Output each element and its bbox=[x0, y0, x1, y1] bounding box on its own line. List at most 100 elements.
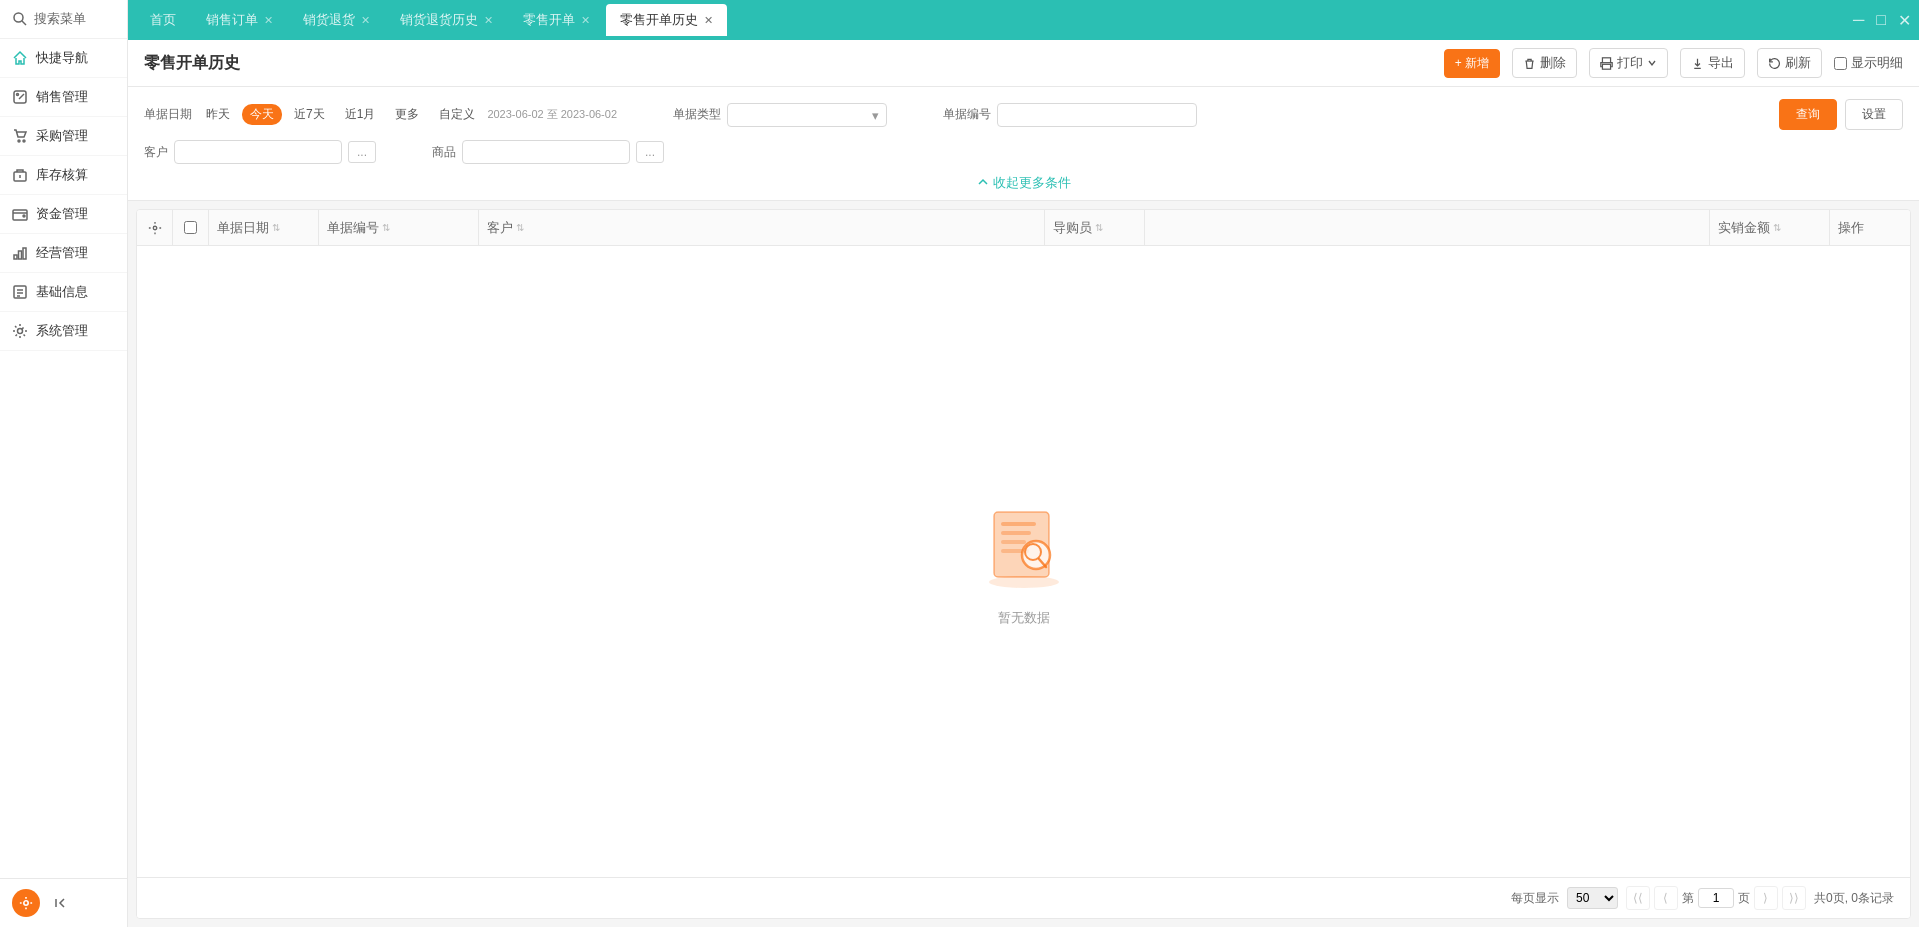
delete-button[interactable]: 删除 bbox=[1512, 48, 1577, 78]
print-button[interactable]: 打印 bbox=[1589, 48, 1668, 78]
tab-retail-open-close[interactable]: ✕ bbox=[581, 14, 590, 27]
client-input[interactable] bbox=[174, 140, 342, 164]
tab-sales-return-history[interactable]: 销货退货历史 ✕ bbox=[386, 4, 507, 36]
product-ellipsis-button[interactable]: ... bbox=[636, 141, 664, 163]
maximize-button[interactable]: □ bbox=[1876, 11, 1886, 29]
number-input[interactable] bbox=[997, 103, 1197, 127]
select-all-checkbox[interactable] bbox=[184, 221, 197, 234]
display-detail-checkbox[interactable] bbox=[1834, 57, 1847, 70]
shopping-icon bbox=[12, 128, 28, 144]
prev-page-button[interactable]: ⟨ bbox=[1654, 886, 1678, 910]
window-controls: ─ □ ✕ bbox=[1853, 11, 1911, 30]
th-checkbox[interactable] bbox=[173, 210, 209, 245]
collapse-filter-button[interactable]: 收起更多条件 bbox=[144, 174, 1903, 192]
sidebar-item-sales-mgmt[interactable]: 销售管理 bbox=[0, 78, 127, 117]
tab-retail-open[interactable]: 零售开单 ✕ bbox=[509, 4, 604, 36]
filter-panel: 单据日期 昨天 今天 近7天 近1月 更多 自定义 2023-06-02 至 2… bbox=[128, 87, 1919, 201]
date-sort-icon: ⇅ bbox=[272, 222, 280, 233]
product-filter: 商品 ... bbox=[432, 140, 664, 164]
th-guide[interactable]: 导购员 ⇅ bbox=[1045, 210, 1145, 245]
sidebar-item-inventory[interactable]: 库存核算 bbox=[0, 156, 127, 195]
sidebar-collapse-button[interactable] bbox=[48, 889, 76, 917]
per-page-select[interactable]: 50 20 100 bbox=[1567, 887, 1618, 909]
svg-point-0 bbox=[14, 13, 23, 22]
tab-retail-open-label: 零售开单 bbox=[523, 11, 575, 29]
date-last7days[interactable]: 近7天 bbox=[286, 104, 333, 125]
tab-sales-order[interactable]: 销售订单 ✕ bbox=[192, 4, 287, 36]
tab-sales-return[interactable]: 销货退货 ✕ bbox=[289, 4, 384, 36]
empty-state: 暂无数据 bbox=[137, 246, 1910, 877]
svg-line-4 bbox=[19, 94, 24, 99]
tab-retail-open-history[interactable]: 零售开单历史 ✕ bbox=[606, 4, 727, 36]
th-number[interactable]: 单据编号 ⇅ bbox=[319, 210, 479, 245]
sidebar-item-purchase-mgmt[interactable]: 采购管理 bbox=[0, 117, 127, 156]
export-button[interactable]: 导出 bbox=[1680, 48, 1745, 78]
date-last1month[interactable]: 近1月 bbox=[337, 104, 384, 125]
table-header: 单据日期 ⇅ 单据编号 ⇅ 客户 ⇅ 导购员 ⇅ 实销金额 bbox=[137, 210, 1910, 246]
type-select[interactable] bbox=[727, 103, 887, 127]
empty-icon bbox=[974, 497, 1074, 597]
query-button[interactable]: 查询 bbox=[1779, 99, 1837, 130]
sidebar-item-basic-info[interactable]: 基础信息 bbox=[0, 273, 127, 312]
date-yesterday[interactable]: 昨天 bbox=[198, 104, 238, 125]
sidebar-label-basic-info: 基础信息 bbox=[36, 283, 88, 301]
th-date[interactable]: 单据日期 ⇅ bbox=[209, 210, 319, 245]
svg-point-6 bbox=[23, 140, 25, 142]
print-icon bbox=[1600, 57, 1613, 70]
svg-rect-13 bbox=[23, 248, 26, 259]
type-filter: 单据类型 bbox=[673, 103, 887, 127]
date-custom[interactable]: 自定义 bbox=[431, 104, 483, 125]
client-ellipsis-button[interactable]: ... bbox=[348, 141, 376, 163]
client-sort-icon: ⇅ bbox=[516, 222, 524, 233]
page-nav: ⟨⟨ ⟨ 第 页 ⟩ ⟩⟩ bbox=[1626, 886, 1806, 910]
box-icon bbox=[12, 167, 28, 183]
number-sort-icon: ⇅ bbox=[382, 222, 390, 233]
print-dropdown-icon bbox=[1647, 58, 1657, 68]
date-more[interactable]: 更多 bbox=[387, 104, 427, 125]
client-label: 客户 bbox=[144, 144, 168, 161]
number-filter: 单据编号 bbox=[943, 103, 1197, 127]
sidebar-label-purchase-mgmt: 采购管理 bbox=[36, 127, 88, 145]
svg-point-19 bbox=[24, 901, 28, 905]
wallet-icon bbox=[12, 206, 28, 222]
page-label-post: 页 bbox=[1738, 890, 1750, 907]
page-number-input[interactable] bbox=[1698, 888, 1734, 908]
sidebar-item-quick-nav[interactable]: 快捷导航 bbox=[0, 39, 127, 78]
minimize-button[interactable]: ─ bbox=[1853, 11, 1864, 29]
sidebar-item-sys-mgmt[interactable]: 系统管理 bbox=[0, 312, 127, 351]
type-select-wrap bbox=[727, 103, 887, 127]
th-spacer bbox=[1145, 210, 1711, 245]
last-page-button[interactable]: ⟩⟩ bbox=[1782, 886, 1806, 910]
close-button[interactable]: ✕ bbox=[1898, 11, 1911, 30]
first-page-button[interactable]: ⟨⟨ bbox=[1626, 886, 1650, 910]
refresh-icon bbox=[1768, 57, 1781, 70]
tab-sales-order-close[interactable]: ✕ bbox=[264, 14, 273, 27]
sidebar-label-sys-mgmt: 系统管理 bbox=[36, 322, 88, 340]
sidebar-label-quick-nav: 快捷导航 bbox=[36, 49, 88, 67]
th-settings[interactable] bbox=[137, 210, 173, 245]
tab-sales-return-close[interactable]: ✕ bbox=[361, 14, 370, 27]
th-client[interactable]: 客户 ⇅ bbox=[479, 210, 1045, 245]
search-menu-button[interactable]: 搜索菜单 bbox=[0, 0, 127, 39]
product-input[interactable] bbox=[462, 140, 630, 164]
add-button[interactable]: + 新增 bbox=[1444, 49, 1500, 78]
pagination: 每页显示 50 20 100 ⟨⟨ ⟨ 第 页 ⟩ ⟩⟩ 共0页, 0条记录 bbox=[137, 877, 1910, 918]
date-today[interactable]: 今天 bbox=[242, 104, 282, 125]
tab-home-label: 首页 bbox=[150, 11, 176, 29]
refresh-button[interactable]: 刷新 bbox=[1757, 48, 1822, 78]
date-label: 单据日期 bbox=[144, 106, 192, 123]
tab-home[interactable]: 首页 bbox=[136, 4, 190, 36]
filter-settings-button[interactable]: 设置 bbox=[1845, 99, 1903, 130]
gear-button[interactable] bbox=[12, 889, 40, 917]
next-page-button[interactable]: ⟩ bbox=[1754, 886, 1778, 910]
search-icon bbox=[12, 11, 28, 27]
sidebar-item-operations[interactable]: 经营管理 bbox=[0, 234, 127, 273]
th-operation: 操作 bbox=[1830, 210, 1910, 245]
th-amount[interactable]: 实销金额 ⇅ bbox=[1710, 210, 1830, 245]
sidebar-item-finance[interactable]: 资金管理 bbox=[0, 195, 127, 234]
tab-sales-return-history-close[interactable]: ✕ bbox=[484, 14, 493, 27]
display-detail-toggle[interactable]: 显示明细 bbox=[1834, 54, 1903, 72]
tab-retail-open-history-close[interactable]: ✕ bbox=[704, 14, 713, 27]
sidebar-label-inventory: 库存核算 bbox=[36, 166, 88, 184]
tab-sales-return-history-label: 销货退货历史 bbox=[400, 11, 478, 29]
